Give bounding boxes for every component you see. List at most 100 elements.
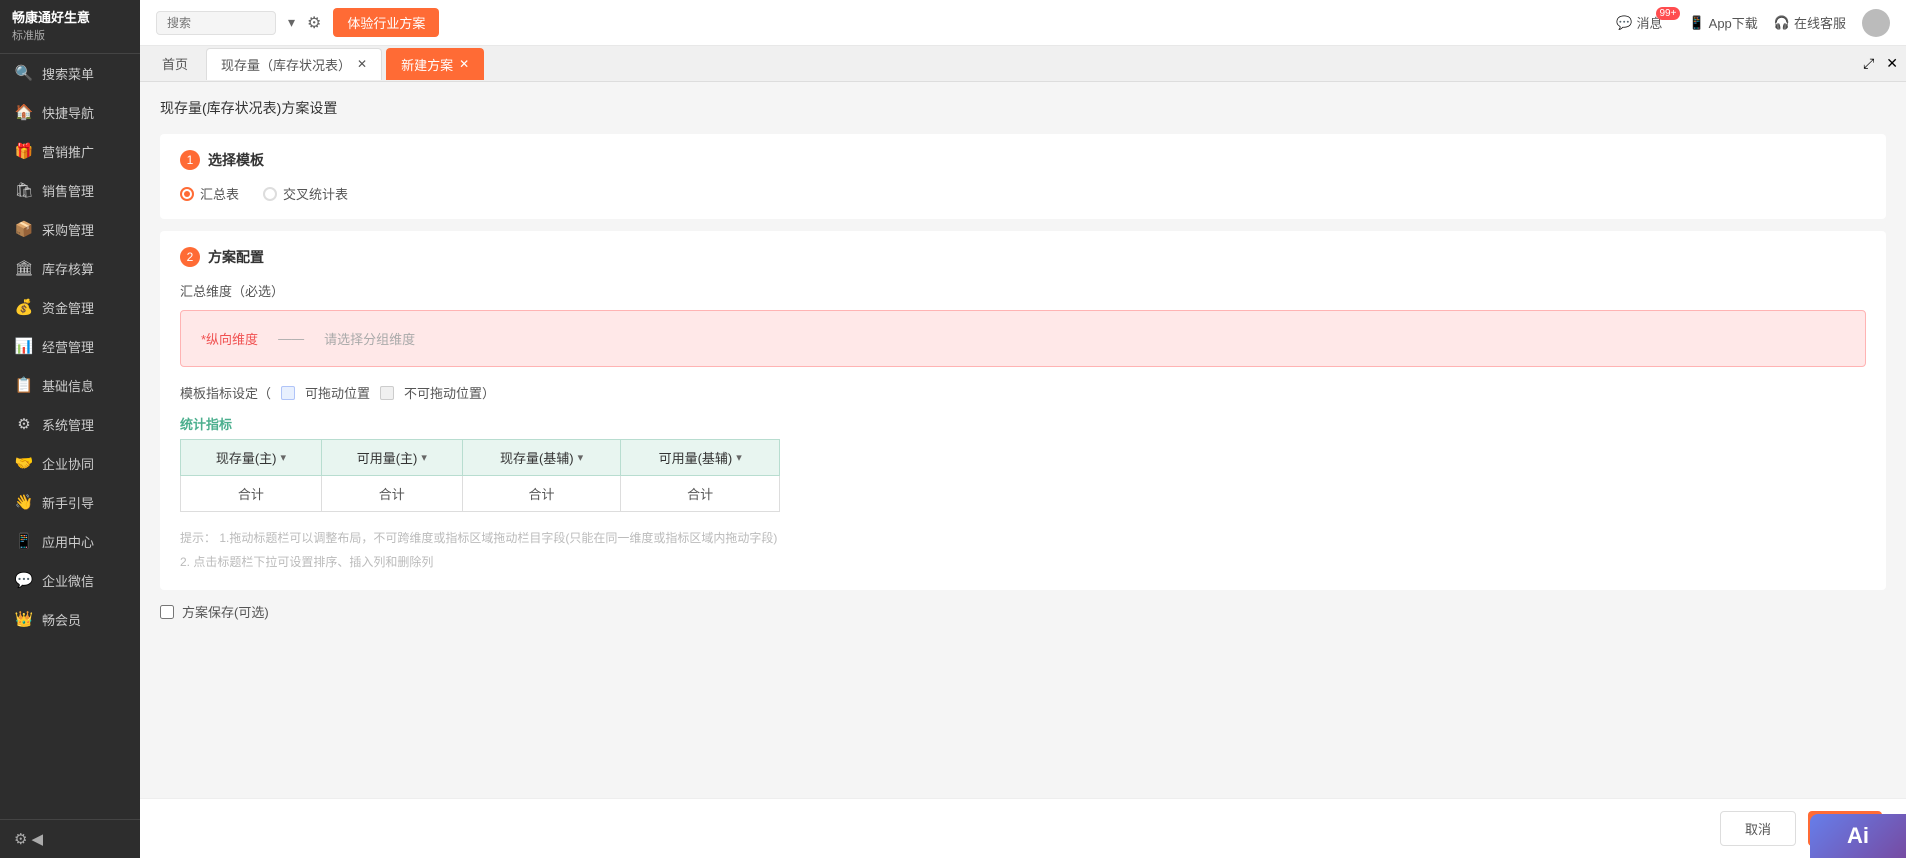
- online-service-badge[interactable]: 🎧 在线客服: [1774, 13, 1846, 32]
- app-edition: 标准版: [12, 27, 128, 43]
- tab-new-plan-label: 新建方案: [401, 55, 453, 74]
- tab-inventory-status-label: 现存量（库存状况表）: [221, 55, 351, 74]
- inventory-icon: 🏛: [14, 259, 34, 277]
- stats-col-0-label: 现存量(主): [216, 448, 277, 467]
- marketing-icon: 🎁: [14, 142, 34, 160]
- topbar-dropdown-icon[interactable]: ▾: [288, 14, 295, 31]
- dimension-row: *纵向维度 —— 请选择分组维度: [201, 329, 1845, 348]
- trial-button[interactable]: 体验行业方案: [333, 8, 439, 37]
- sidebar-item-sales[interactable]: 🛍 销售管理: [0, 171, 140, 210]
- stats-col-1-dropdown[interactable]: ▾: [421, 451, 427, 464]
- tab-maximize-icon[interactable]: ⤢: [1863, 55, 1874, 72]
- save-plan-row: 方案保存(可选): [160, 602, 1886, 621]
- user-avatar[interactable]: [1862, 9, 1890, 37]
- sidebar-item-label: 系统管理: [42, 415, 94, 434]
- sidebar-item-search-menu[interactable]: 🔍 搜索菜单: [0, 54, 140, 93]
- radio-summary-label: 汇总表: [200, 184, 239, 203]
- tab-inventory-status-close[interactable]: ✕: [357, 57, 367, 71]
- sidebar-menu: 🔍 搜索菜单 🏠 快捷导航 🎁 营销推广 🛍 销售管理 📦 采购管理 🏛 库存核…: [0, 54, 140, 819]
- new-guide-icon: 👋: [14, 493, 34, 511]
- sidebar-item-quick-nav[interactable]: 🏠 快捷导航: [0, 93, 140, 132]
- footer-buttons: 取消 查询: [140, 798, 1906, 858]
- indicator-movable-label: 可拖动位置: [305, 383, 370, 402]
- sidebar-item-finance[interactable]: 💰 资金管理: [0, 288, 140, 327]
- ai-badge[interactable]: Ai: [1810, 814, 1906, 858]
- step2-header: 2 方案配置: [180, 247, 1866, 267]
- sidebar-item-inventory[interactable]: 🏛 库存核算: [0, 249, 140, 288]
- save-plan-checkbox[interactable]: [160, 605, 174, 619]
- tab-new-plan[interactable]: 新建方案 ✕: [386, 48, 484, 80]
- stats-table-data-row: 合计 合计 合计 合计: [181, 476, 780, 512]
- search-menu-icon: 🔍: [14, 64, 34, 82]
- sidebar-item-enterprise[interactable]: 🤝 企业协同: [0, 444, 140, 483]
- tab-inventory-status[interactable]: 现存量（库存状况表） ✕: [206, 48, 382, 80]
- wechat-icon: 💬: [14, 571, 34, 589]
- stats-col-3[interactable]: 可用量(基辅) ▾: [621, 440, 780, 476]
- messages-icon: 💬: [1616, 15, 1632, 31]
- sidebar-item-label: 销售管理: [42, 181, 94, 200]
- topbar-right: 💬 消息 99+ 📱 App下载 🎧 在线客服: [1616, 9, 1890, 37]
- app-download-icon: 📱: [1688, 15, 1704, 31]
- radio-cross[interactable]: 交叉统计表: [263, 184, 348, 203]
- hint-2: 2. 点击标题栏下拉可设置排序、插入列和删除列: [180, 550, 1866, 574]
- sidebar-item-label: 营销推广: [42, 142, 94, 161]
- template-radio-group: 汇总表 交叉统计表: [180, 184, 1866, 203]
- sidebar-settings-icon[interactable]: ⚙: [14, 830, 27, 848]
- app-download-label: App下载: [1709, 13, 1758, 32]
- sidebar-item-app-center[interactable]: 📱 应用中心: [0, 522, 140, 561]
- tab-close-all-icon[interactable]: ✕: [1886, 55, 1898, 72]
- radio-summary-dot: [180, 187, 194, 201]
- save-plan-label: 方案保存(可选): [182, 602, 269, 621]
- radio-summary[interactable]: 汇总表: [180, 184, 239, 203]
- messages-badge[interactable]: 💬 消息 99+: [1616, 13, 1672, 32]
- stats-cell-1: 合计: [321, 476, 462, 512]
- stats-col-2-dropdown[interactable]: ▾: [578, 451, 584, 464]
- sidebar-collapse-icon[interactable]: ◀: [31, 830, 43, 848]
- indicator-fixed-label: 不可拖动位置）: [404, 383, 495, 402]
- tab-home[interactable]: 首页: [148, 48, 202, 79]
- app-name: 畅康通好生意: [12, 10, 128, 27]
- messages-count: 99+: [1656, 7, 1681, 20]
- sidebar-item-member[interactable]: 👑 畅会员: [0, 600, 140, 639]
- stats-col-0[interactable]: 现存量(主) ▾: [181, 440, 322, 476]
- app-download-badge[interactable]: 📱 App下载: [1688, 13, 1757, 32]
- topbar-search-input[interactable]: [156, 11, 276, 35]
- vertical-dim-label: *纵向维度: [201, 329, 258, 348]
- sidebar-item-operations[interactable]: 📊 经营管理: [0, 327, 140, 366]
- fixed-badge: [380, 386, 394, 400]
- topbar-settings-icon[interactable]: ⚙: [307, 13, 321, 33]
- tab-new-plan-close[interactable]: ✕: [459, 57, 469, 71]
- finance-icon: 💰: [14, 298, 34, 316]
- sidebar-item-label: 企业协同: [42, 454, 94, 473]
- stats-label: 统计指标: [180, 414, 1866, 433]
- stats-col-1[interactable]: 可用量(主) ▾: [321, 440, 462, 476]
- hint-1: 提示： 1.拖动标题栏可以调整布局，不可跨维度或指标区域拖动栏目字段(只能在同一…: [180, 526, 1866, 550]
- main-area: ▾ ⚙ 体验行业方案 💬 消息 99+ 📱 App下载 🎧 在线客服 首页: [140, 0, 1906, 858]
- stats-col-0-dropdown[interactable]: ▾: [281, 451, 287, 464]
- stats-cell-3: 合计: [621, 476, 780, 512]
- sidebar-item-label: 搜索菜单: [42, 64, 94, 83]
- member-icon: 👑: [14, 610, 34, 628]
- stats-table-header-row: 现存量(主) ▾ 可用量(主) ▾ 现存量(基辅: [181, 440, 780, 476]
- stats-col-2[interactable]: 现存量(基辅) ▾: [462, 440, 621, 476]
- step1-header: 1 选择模板: [180, 150, 1866, 170]
- stats-col-3-dropdown[interactable]: ▾: [736, 451, 742, 464]
- stats-col-3-label: 可用量(基辅): [659, 448, 733, 467]
- sidebar-item-marketing[interactable]: 🎁 营销推广: [0, 132, 140, 171]
- base-info-icon: 📋: [14, 376, 34, 394]
- sidebar-item-purchase[interactable]: 📦 采购管理: [0, 210, 140, 249]
- sidebar-bottom: ⚙ ◀: [0, 819, 140, 858]
- dimension-dash: ——: [278, 331, 304, 346]
- ai-badge-label: Ai: [1847, 823, 1869, 849]
- dimension-placeholder[interactable]: 请选择分组维度: [324, 329, 415, 348]
- sidebar-item-wechat[interactable]: 💬 企业微信: [0, 561, 140, 600]
- sidebar-item-label: 快捷导航: [42, 103, 94, 122]
- sidebar-item-new-guide[interactable]: 👋 新手引导: [0, 483, 140, 522]
- step2-section: 2 方案配置 汇总维度（必选） *纵向维度 —— 请选择分组维度 模板指标设定（…: [160, 231, 1886, 590]
- stats-table: 现存量(主) ▾ 可用量(主) ▾ 现存量(基辅: [180, 439, 780, 512]
- sidebar-item-system[interactable]: ⚙ 系统管理: [0, 405, 140, 444]
- cancel-button[interactable]: 取消: [1720, 811, 1796, 846]
- page-title: 现存量(库存状况表)方案设置: [160, 98, 1886, 118]
- sidebar-item-base-info[interactable]: 📋 基础信息: [0, 366, 140, 405]
- quick-nav-icon: 🏠: [14, 103, 34, 121]
